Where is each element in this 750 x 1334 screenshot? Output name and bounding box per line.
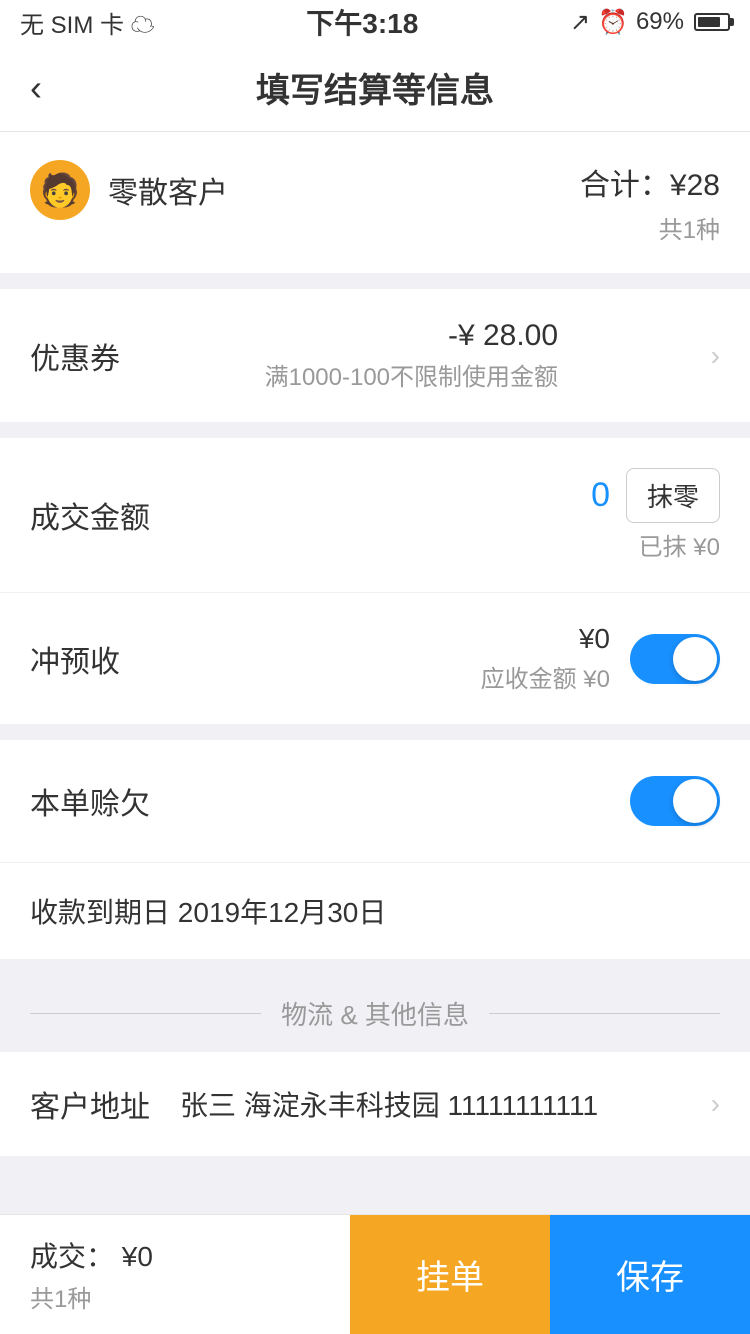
credit-row: 本单赊欠 (0, 740, 750, 862)
credit-toggle[interactable] (630, 776, 720, 826)
prepay-receivable: 应收金额 ¥0 (481, 659, 610, 694)
chevron-right-icon: › (711, 340, 720, 372)
due-date-label: 收款到期日 (30, 897, 170, 928)
deal-prepay-section: 成交金额 0 抹零 已抹 ¥0 冲预收 ¥0 应收金额 ¥0 (0, 438, 750, 724)
customer-section: 🧑 零散客户 合计：¥28 共1种 (0, 132, 750, 273)
coupon-label: 优惠券 (30, 334, 120, 378)
prepay-amounts: ¥0 应收金额 ¥0 (481, 623, 610, 694)
customer-left: 🧑 零散客户 (30, 160, 228, 220)
prepay-row: 冲预收 ¥0 应收金额 ¥0 (0, 593, 750, 724)
status-time: 下午3:18 (306, 2, 418, 42)
coupon-right: -¥ 28.00 满1000-100不限制使用金额 (265, 319, 558, 392)
location-icon: ↗ (570, 8, 590, 37)
bottom-deal-label: 成交： ¥0 (30, 1235, 320, 1275)
amount-top: 0 抹零 (591, 468, 720, 523)
already-rounded-text: 已抹 ¥0 (639, 527, 720, 562)
bottom-deal-amount: ¥0 (122, 1241, 153, 1272)
due-date-row: 收款到期日 2019年12月30日 (0, 862, 750, 959)
credit-section: 本单赊欠 收款到期日 2019年12月30日 (0, 740, 750, 959)
main-content: 🧑 零散客户 合计：¥28 共1种 优惠券 -¥ 28.00 满1000-100… (0, 132, 750, 1286)
bottom-summary: 成交： ¥0 共1种 (0, 1235, 350, 1314)
prepay-amount: ¥0 (481, 623, 610, 655)
bottom-bar: 成交： ¥0 共1种 挂单 保存 (0, 1214, 750, 1334)
coupon-row[interactable]: 优惠券 -¥ 28.00 满1000-100不限制使用金额 › (0, 289, 750, 422)
avatar-icon: 🧑 (40, 171, 80, 209)
back-button[interactable]: ‹ (30, 67, 62, 109)
deal-amount-value: 0 (591, 476, 610, 515)
customer-right: 合计：¥28 共1种 (580, 160, 720, 245)
deal-amount-right: 0 抹零 已抹 ¥0 (591, 468, 720, 562)
deal-amount-row: 成交金额 0 抹零 已抹 ¥0 (0, 438, 750, 593)
coupon-section: 优惠券 -¥ 28.00 满1000-100不限制使用金额 › (0, 289, 750, 422)
address-label: 客户地址 (30, 1082, 150, 1126)
toggle-knob (673, 637, 717, 681)
address-section[interactable]: 客户地址 张三 海淀永丰科技园 11111111111 › (0, 1052, 750, 1156)
battery-icon (694, 13, 730, 31)
deal-amount-label: 成交金额 (30, 493, 150, 537)
round-off-button[interactable]: 抹零 (626, 468, 720, 523)
coupon-desc: 满1000-100不限制使用金额 (265, 357, 558, 392)
due-date-value: 2019年12月30日 (178, 897, 387, 928)
prepay-label: 冲预收 (30, 637, 120, 681)
total-amount: 合计：¥28 (580, 160, 720, 204)
address-value: 张三 海淀永丰科技园 11111111111 (180, 1084, 703, 1124)
logistics-separator: 物流 & 其他信息 (0, 975, 750, 1052)
coupon-amount: -¥ 28.00 (265, 319, 558, 353)
alarm-icon: ⏰ (598, 8, 628, 37)
separator-line-right (489, 1013, 720, 1014)
prepay-toggle[interactable] (630, 634, 720, 684)
status-bar: 无 SIM 卡 ☁ 下午3:18 ↗ ⏰ 69% (0, 0, 750, 44)
prepay-right: ¥0 应收金额 ¥0 (481, 623, 720, 694)
credit-label: 本单赊欠 (30, 779, 150, 823)
save-button[interactable]: 保存 (550, 1215, 750, 1334)
total-count: 共1种 (580, 210, 720, 245)
page-title: 填写结算等信息 (256, 63, 494, 112)
separator-line-left (30, 1013, 261, 1014)
credit-toggle-knob (673, 779, 717, 823)
sim-label: 无 SIM 卡 ☁ (20, 5, 155, 40)
customer-name: 零散客户 (108, 168, 228, 212)
bottom-count: 共1种 (30, 1279, 320, 1314)
avatar: 🧑 (30, 160, 90, 220)
address-chevron-icon: › (711, 1088, 720, 1120)
separator-label: 物流 & 其他信息 (281, 995, 469, 1032)
page-header: ‹ 填写结算等信息 (0, 44, 750, 132)
battery-percent: 69% (636, 8, 684, 36)
hold-button[interactable]: 挂单 (350, 1215, 550, 1334)
deal-prefix: 成交： (30, 1241, 114, 1272)
status-right: ↗ ⏰ 69% (570, 8, 730, 37)
status-left: 无 SIM 卡 ☁ (20, 5, 155, 40)
